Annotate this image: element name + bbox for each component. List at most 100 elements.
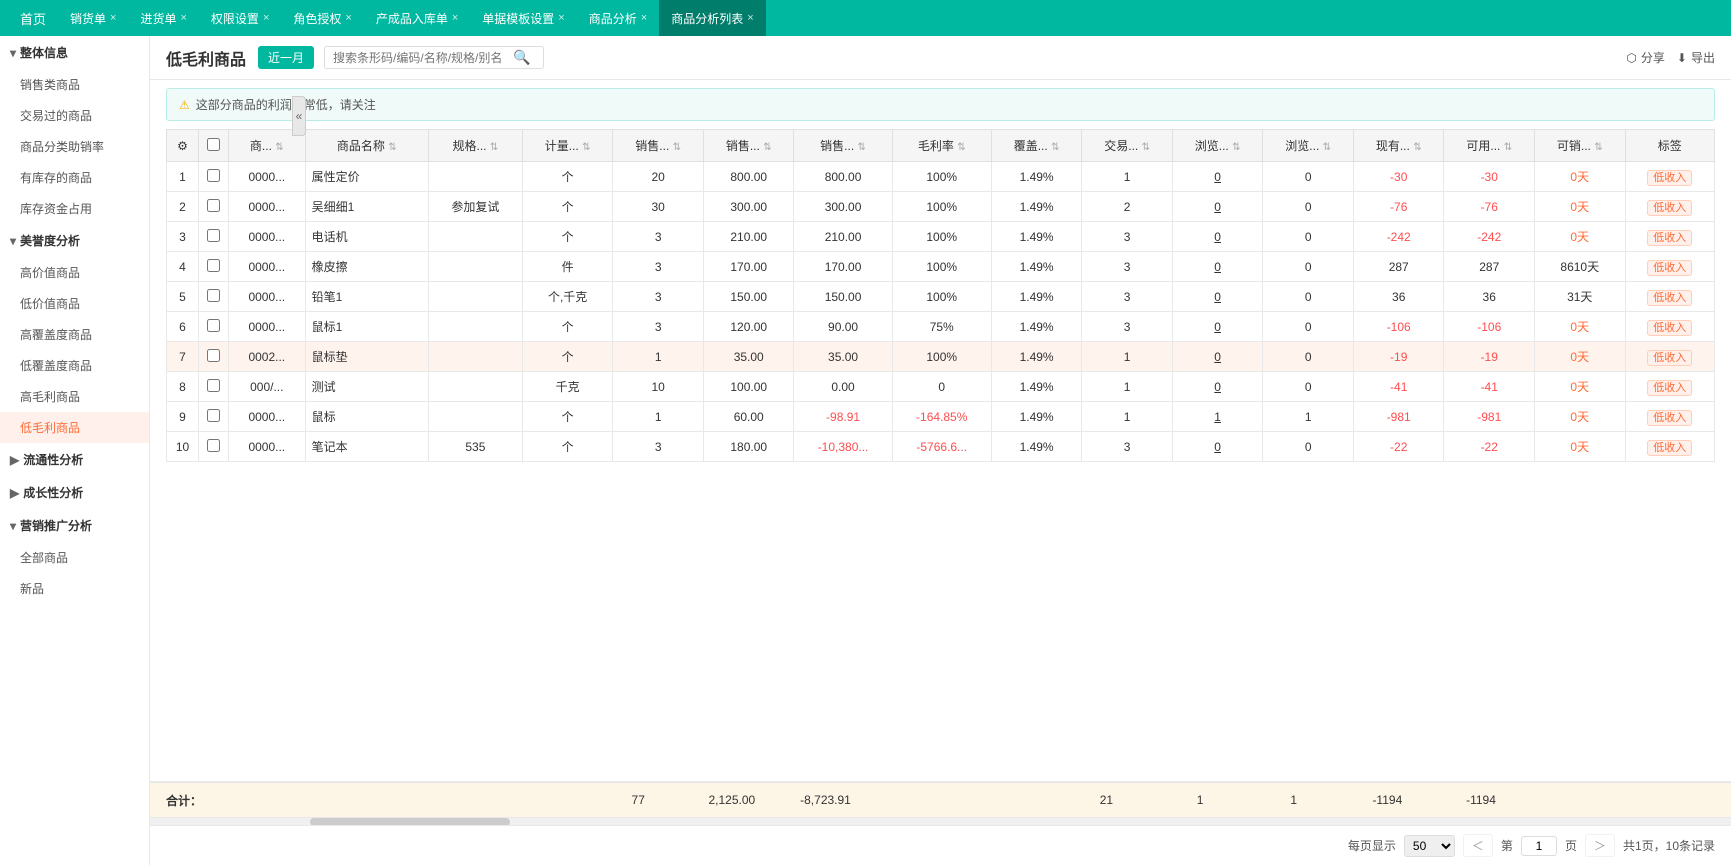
- row-tag: 低收入: [1625, 222, 1714, 252]
- nav-sales-order-close[interactable]: ×: [110, 12, 116, 24]
- horizontal-scrollbar[interactable]: [150, 817, 1731, 825]
- row-checkbox-cell[interactable]: [199, 162, 229, 192]
- nav-product-analysis-close[interactable]: ×: [641, 12, 647, 24]
- row-view1[interactable]: 0: [1172, 162, 1263, 192]
- row-checkbox-cell[interactable]: [199, 252, 229, 282]
- nav-product-analysis[interactable]: 商品分析 ×: [577, 0, 659, 36]
- row-view1[interactable]: 0: [1172, 372, 1263, 402]
- sidebar-item-low-value[interactable]: 低价值商品: [0, 288, 149, 319]
- col-view1[interactable]: 浏览... ⇅: [1172, 130, 1263, 162]
- sidebar-item-traded-products[interactable]: 交易过的商品: [0, 100, 149, 131]
- row-checkbox[interactable]: [207, 199, 220, 212]
- nav-purchase-order[interactable]: 进货单 ×: [128, 0, 198, 36]
- row-checkbox[interactable]: [207, 439, 220, 452]
- row-view1[interactable]: 0: [1172, 222, 1263, 252]
- row-checkbox[interactable]: [207, 289, 220, 302]
- share-button[interactable]: ⬡ 分享: [1626, 49, 1665, 66]
- row-checkbox-cell[interactable]: [199, 312, 229, 342]
- sidebar-group-circulation[interactable]: ▶ 流通性分析: [0, 443, 149, 476]
- col-available-stock[interactable]: 可用... ⇅: [1444, 130, 1535, 162]
- current-page-input[interactable]: [1521, 836, 1557, 856]
- row-checkbox[interactable]: [207, 349, 220, 362]
- row-checkbox[interactable]: [207, 229, 220, 242]
- nav-sales-order[interactable]: 销货单 ×: [58, 0, 128, 36]
- row-view1[interactable]: 1: [1172, 402, 1263, 432]
- nav-product-analysis-list[interactable]: 商品分析列表 ×: [659, 0, 765, 36]
- prev-page-button[interactable]: ＜: [1463, 834, 1493, 857]
- filter-period-button[interactable]: 近一月: [258, 46, 314, 69]
- col-current-stock[interactable]: 现有... ⇅: [1353, 130, 1444, 162]
- row-checkbox[interactable]: [207, 169, 220, 182]
- sidebar-group-growth[interactable]: ▶ 成长性分析: [0, 476, 149, 509]
- row-checkbox-cell[interactable]: [199, 432, 229, 462]
- sidebar-item-low-margin[interactable]: 低毛利商品: [0, 412, 149, 443]
- row-checkbox[interactable]: [207, 379, 220, 392]
- row-view1[interactable]: 0: [1172, 432, 1263, 462]
- col-view2[interactable]: 浏览... ⇅: [1263, 130, 1354, 162]
- col-tag[interactable]: 标签: [1625, 130, 1714, 162]
- sidebar-group-marketing[interactable]: ▾ 营销推广分析: [0, 509, 149, 542]
- nav-permission-settings[interactable]: 权限设置 ×: [199, 0, 281, 36]
- row-checkbox-cell[interactable]: [199, 372, 229, 402]
- row-view1[interactable]: 0: [1172, 312, 1263, 342]
- row-checkbox-cell[interactable]: [199, 282, 229, 312]
- row-sales-qty: 1: [613, 342, 704, 372]
- nav-product-analysis-list-close[interactable]: ×: [747, 12, 753, 24]
- nav-purchase-order-close[interactable]: ×: [180, 12, 186, 24]
- nav-permission-settings-close[interactable]: ×: [263, 12, 269, 24]
- select-all-checkbox[interactable]: [207, 138, 220, 151]
- sidebar-item-sales-products[interactable]: 销售类商品: [0, 69, 149, 100]
- sidebar-item-stocked-products[interactable]: 有库存的商品: [0, 162, 149, 193]
- col-sales-amount[interactable]: 销售... ⇅: [794, 130, 892, 162]
- nav-home[interactable]: 首页: [8, 0, 58, 36]
- row-view1[interactable]: 0: [1172, 192, 1263, 222]
- search-input[interactable]: [333, 51, 513, 65]
- row-view1[interactable]: 0: [1172, 252, 1263, 282]
- sidebar-item-high-coverage[interactable]: 高覆盖度商品: [0, 319, 149, 350]
- nav-role-auth-close[interactable]: ×: [345, 12, 351, 24]
- row-checkbox-cell[interactable]: [199, 192, 229, 222]
- col-saleable-days[interactable]: 可销... ⇅: [1535, 130, 1626, 162]
- row-checkbox-cell[interactable]: [199, 222, 229, 252]
- col-sales-qty[interactable]: 销售... ⇅: [613, 130, 704, 162]
- col-trade-count[interactable]: 交易... ⇅: [1082, 130, 1173, 162]
- col-name[interactable]: 商品名称 ⇅: [305, 130, 428, 162]
- sidebar-group-overall[interactable]: ▾ 整体信息: [0, 36, 149, 69]
- sidebar-item-new-products[interactable]: 新品: [0, 573, 149, 604]
- row-checkbox[interactable]: [207, 409, 220, 422]
- nav-template-settings-close[interactable]: ×: [558, 12, 564, 24]
- table-row: 9 0000... 鼠标 个 1 60.00 -98.91 -164.85% 1…: [167, 402, 1715, 432]
- col-checkbox-header[interactable]: [199, 130, 229, 162]
- sidebar-item-high-value[interactable]: 高价值商品: [0, 257, 149, 288]
- search-box[interactable]: 🔍: [324, 46, 544, 69]
- col-gross-margin[interactable]: 毛利率 ⇅: [892, 130, 991, 162]
- row-name: 铅笔1: [305, 282, 428, 312]
- sidebar-item-high-margin[interactable]: 高毛利商品: [0, 381, 149, 412]
- page-size-select[interactable]: 50 20 100: [1404, 835, 1455, 857]
- sidebar-item-inventory-capital[interactable]: 库存资金占用: [0, 193, 149, 224]
- nav-template-settings[interactable]: 单据模板设置 ×: [470, 0, 576, 36]
- sidebar-item-low-coverage[interactable]: 低覆盖度商品: [0, 350, 149, 381]
- sidebar-item-all-products[interactable]: 全部商品: [0, 542, 149, 573]
- export-button[interactable]: ⬇ 导出: [1677, 49, 1715, 66]
- sidebar-item-category-sales-rate[interactable]: 商品分类助销率: [0, 131, 149, 162]
- nav-finished-goods-close[interactable]: ×: [452, 12, 458, 24]
- nav-role-auth[interactable]: 角色授权 ×: [281, 0, 363, 36]
- nav-finished-goods[interactable]: 产成品入库单 ×: [364, 0, 470, 36]
- row-view1[interactable]: 0: [1172, 282, 1263, 312]
- row-checkbox[interactable]: [207, 319, 220, 332]
- col-sales-price[interactable]: 销售... ⇅: [703, 130, 794, 162]
- col-coverage[interactable]: 覆盖... ⇅: [991, 130, 1082, 162]
- col-spec[interactable]: 规格... ⇅: [428, 130, 522, 162]
- row-checkbox[interactable]: [207, 259, 220, 272]
- col-unit[interactable]: 计量... ⇅: [522, 130, 613, 162]
- row-checkbox-cell[interactable]: [199, 402, 229, 432]
- search-icon[interactable]: 🔍: [513, 49, 530, 66]
- row-checkbox-cell[interactable]: [199, 342, 229, 372]
- row-unit: 个: [522, 222, 613, 252]
- next-page-button[interactable]: ＞: [1585, 834, 1615, 857]
- col-settings[interactable]: ⚙: [167, 130, 199, 162]
- sidebar-group-reputation[interactable]: ▾ 美誉度分析: [0, 224, 149, 257]
- sidebar-collapse-button[interactable]: «: [292, 96, 306, 136]
- row-view1[interactable]: 0: [1172, 342, 1263, 372]
